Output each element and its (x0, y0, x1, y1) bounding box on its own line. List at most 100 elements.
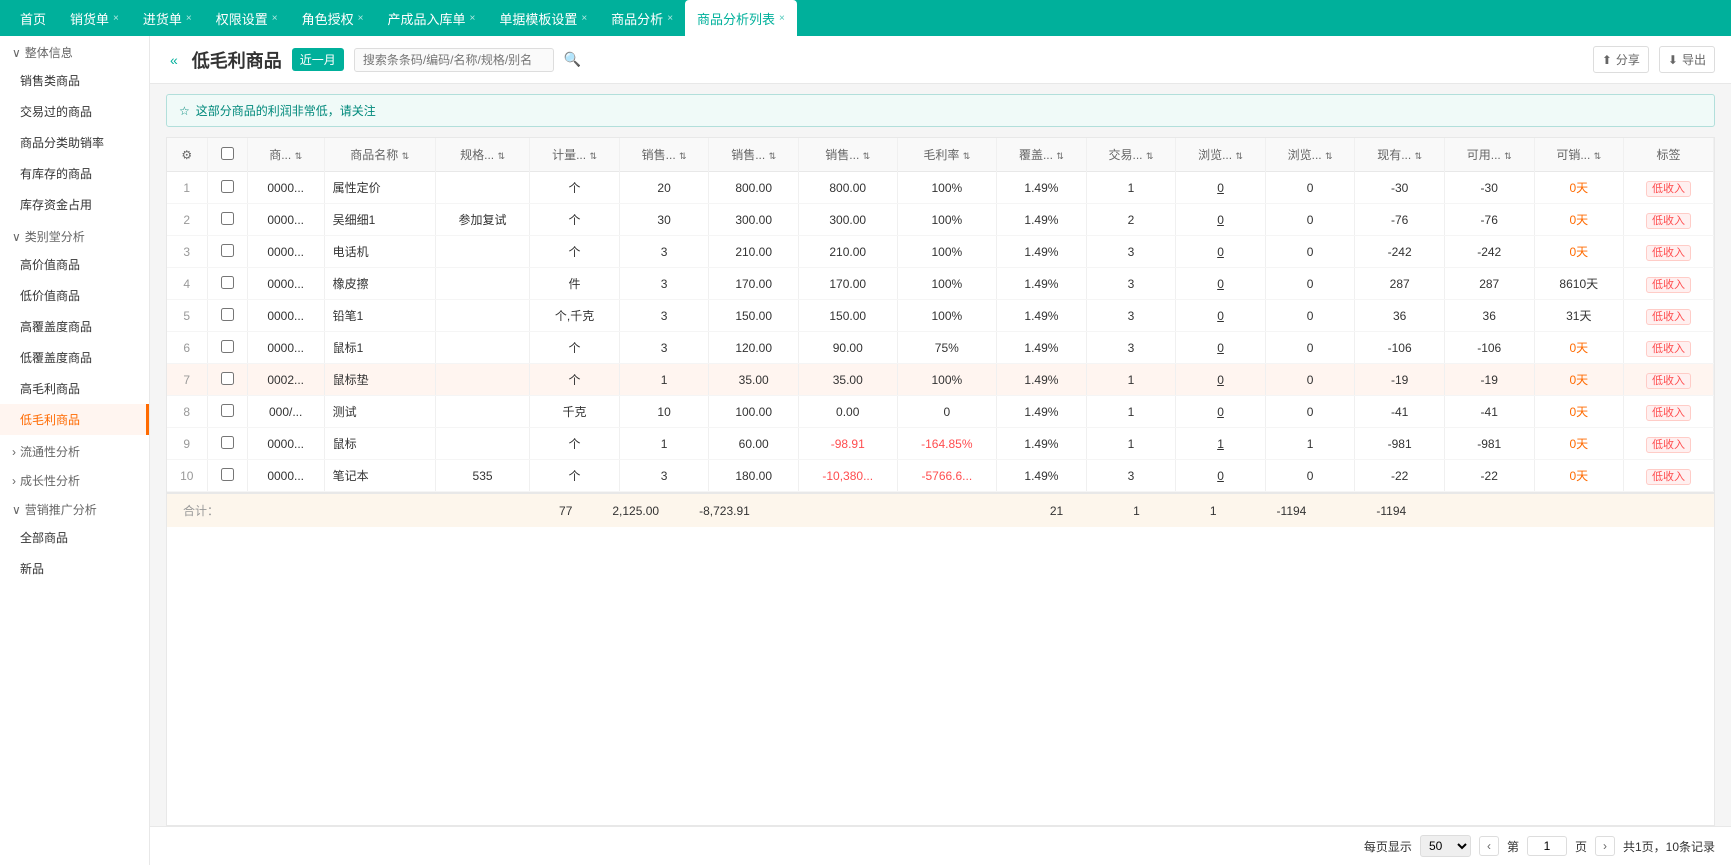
cell-checkbox[interactable] (207, 204, 247, 236)
row-checkbox[interactable] (221, 468, 234, 481)
cell-name[interactable]: 铅笔1 (324, 300, 435, 332)
row-checkbox[interactable] (221, 276, 234, 289)
col-sale2[interactable]: 销售... ⇅ (709, 138, 799, 172)
nav-item-analysis[interactable]: 商品分析 × (599, 0, 685, 36)
col-margin[interactable]: 毛利率 ⇅ (897, 138, 997, 172)
cell-browse1[interactable]: 0 (1176, 396, 1266, 428)
col-browse2[interactable]: 浏览... ⇅ (1265, 138, 1355, 172)
close-icon[interactable]: × (358, 13, 364, 24)
cell-browse1[interactable]: 0 (1176, 172, 1266, 204)
cell-name[interactable]: 鼠标垫 (324, 364, 435, 396)
cell-name[interactable]: 测试 (324, 396, 435, 428)
cell-browse1[interactable]: 0 (1176, 236, 1266, 268)
row-checkbox[interactable] (221, 180, 234, 193)
export-button[interactable]: ⬇ 导出 (1659, 46, 1715, 73)
cell-checkbox[interactable] (207, 428, 247, 460)
sidebar-item-high-margin[interactable]: 高毛利商品 (0, 373, 149, 404)
nav-item-role[interactable]: 角色授权 × (290, 0, 376, 36)
cell-name[interactable]: 电话机 (324, 236, 435, 268)
sidebar-item-low-value[interactable]: 低价值商品 (0, 280, 149, 311)
col-available[interactable]: 可用... ⇅ (1444, 138, 1534, 172)
col-trade[interactable]: 交易... ⇅ (1086, 138, 1176, 172)
cell-checkbox[interactable] (207, 396, 247, 428)
row-checkbox[interactable] (221, 436, 234, 449)
row-checkbox[interactable] (221, 244, 234, 257)
data-table-container[interactable]: ⚙ 商... ⇅ 商品名称 ⇅ 规格... ⇅ 计量... ⇅ 销售... ⇅ … (166, 137, 1715, 826)
col-tag[interactable]: 标签 (1624, 138, 1714, 172)
cell-name[interactable]: 吴细细1 (324, 204, 435, 236)
col-stock[interactable]: 现有... ⇅ (1355, 138, 1445, 172)
share-button[interactable]: ⬆ 分享 (1593, 46, 1649, 73)
nav-item-home[interactable]: 首页 (8, 0, 58, 36)
prev-page-button[interactable]: ‹ (1479, 836, 1499, 856)
cell-browse1[interactable]: 1 (1176, 428, 1266, 460)
row-checkbox[interactable] (221, 404, 234, 417)
cell-checkbox[interactable] (207, 300, 247, 332)
col-sale3[interactable]: 销售... ⇅ (798, 138, 897, 172)
col-unit[interactable]: 计量... ⇅ (530, 138, 620, 172)
close-icon[interactable]: × (667, 13, 673, 24)
row-checkbox[interactable] (221, 308, 234, 321)
cell-name[interactable]: 橡皮擦 (324, 268, 435, 300)
sidebar-item-sales-goods[interactable]: 销售类商品 (0, 65, 149, 96)
page-number-input[interactable] (1527, 836, 1567, 856)
cell-checkbox[interactable] (207, 236, 247, 268)
date-range-tag[interactable]: 近一月 (292, 48, 344, 71)
sidebar-item-category-rate[interactable]: 商品分类助销率 (0, 127, 149, 158)
col-spec[interactable]: 规格... ⇅ (435, 138, 529, 172)
col-settings[interactable]: ⚙ (167, 138, 207, 172)
cell-name[interactable]: 鼠标1 (324, 332, 435, 364)
sidebar-item-capital[interactable]: 库存资金占用 (0, 189, 149, 220)
nav-item-product-in[interactable]: 产成品入库单 × (375, 0, 487, 36)
cell-checkbox[interactable] (207, 332, 247, 364)
sidebar-item-stocked-goods[interactable]: 有库存的商品 (0, 158, 149, 189)
cell-browse1[interactable]: 0 (1176, 268, 1266, 300)
cell-checkbox[interactable] (207, 268, 247, 300)
cell-checkbox[interactable] (207, 172, 247, 204)
nav-item-permission[interactable]: 权限设置 × (204, 0, 290, 36)
row-checkbox[interactable] (221, 212, 234, 225)
sidebar-item-low-coverage[interactable]: 低覆盖度商品 (0, 342, 149, 373)
col-name[interactable]: 商品名称 ⇅ (324, 138, 435, 172)
close-icon[interactable]: × (272, 13, 278, 24)
close-icon[interactable]: × (186, 13, 192, 24)
sidebar-item-new-goods[interactable]: 新品 (0, 553, 149, 584)
sidebar-item-high-coverage[interactable]: 高覆盖度商品 (0, 311, 149, 342)
cell-name[interactable]: 笔记本 (324, 460, 435, 492)
nav-item-template[interactable]: 单据模板设置 × (487, 0, 599, 36)
col-sellable[interactable]: 可销... ⇅ (1534, 138, 1624, 172)
cell-checkbox[interactable] (207, 364, 247, 396)
sidebar-toggle[interactable]: « (166, 48, 182, 72)
row-checkbox[interactable] (221, 372, 234, 385)
close-icon[interactable]: × (469, 13, 475, 24)
cell-name[interactable]: 鼠标 (324, 428, 435, 460)
col-code[interactable]: 商... ⇅ (247, 138, 324, 172)
cell-browse1[interactable]: 0 (1176, 300, 1266, 332)
sidebar-item-high-value[interactable]: 高价值商品 (0, 249, 149, 280)
col-checkbox[interactable] (207, 138, 247, 172)
next-page-button[interactable]: › (1595, 836, 1615, 856)
cell-browse1[interactable]: 0 (1176, 332, 1266, 364)
search-input[interactable] (354, 48, 554, 72)
close-icon[interactable]: × (779, 13, 785, 24)
sidebar-item-all-goods[interactable]: 全部商品 (0, 522, 149, 553)
nav-item-sales[interactable]: 销货单 × (58, 0, 131, 36)
col-browse1[interactable]: 浏览... ⇅ (1176, 138, 1266, 172)
cell-name[interactable]: 属性定价 (324, 172, 435, 204)
cell-checkbox[interactable] (207, 460, 247, 492)
cell-browse1[interactable]: 0 (1176, 364, 1266, 396)
close-icon[interactable]: × (113, 13, 119, 24)
page-size-select[interactable]: 50 100 (1420, 835, 1471, 857)
select-all-checkbox[interactable] (221, 147, 234, 160)
sidebar-item-low-margin[interactable]: 低毛利商品 (0, 404, 149, 435)
cell-browse1[interactable]: 0 (1176, 204, 1266, 236)
cell-browse1[interactable]: 0 (1176, 460, 1266, 492)
row-checkbox[interactable] (221, 340, 234, 353)
col-sale1[interactable]: 销售... ⇅ (619, 138, 709, 172)
col-coverage[interactable]: 覆盖... ⇅ (997, 138, 1087, 172)
sidebar-item-traded-goods[interactable]: 交易过的商品 (0, 96, 149, 127)
nav-item-purchase[interactable]: 进货单 × (131, 0, 204, 36)
close-icon[interactable]: × (581, 13, 587, 24)
nav-item-analysis-list[interactable]: 商品分析列表 × (685, 0, 797, 36)
search-icon[interactable]: 🔍 (564, 51, 581, 68)
